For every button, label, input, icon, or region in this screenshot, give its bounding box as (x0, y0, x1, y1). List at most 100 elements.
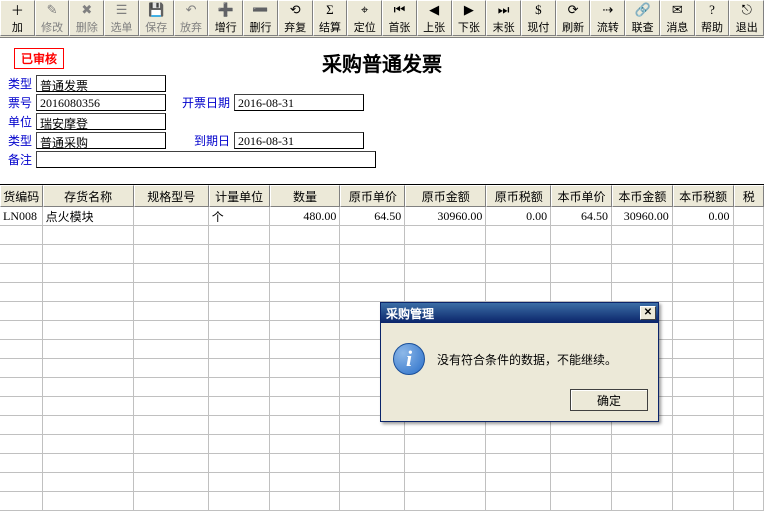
cell[interactable]: 点火模块 (43, 207, 134, 226)
cell[interactable]: 64.50 (551, 207, 612, 226)
cell: . (209, 397, 270, 416)
cell[interactable]: 30960.00 (612, 207, 673, 226)
col-header[interactable]: 货编码 (0, 185, 43, 207)
ok-button[interactable]: 确定 (570, 389, 648, 411)
col-header[interactable]: 原币税额 (486, 185, 551, 207)
cell[interactable]: 0.00 (486, 207, 551, 226)
addrow-button[interactable]: ➕增行 (208, 0, 243, 36)
cell: . (734, 340, 764, 359)
cell: . (486, 492, 551, 511)
last-button[interactable]: ⏭末张 (486, 0, 521, 36)
cell: . (734, 473, 764, 492)
delrow-button[interactable]: ➖删行 (243, 0, 278, 36)
next-button[interactable]: ▶下张 (452, 0, 487, 36)
field-unit[interactable]: 瑞安摩登 (36, 113, 166, 130)
toolbar-label: 删行 (250, 19, 272, 35)
link-button[interactable]: 🔗联查 (625, 0, 660, 36)
cell: . (673, 416, 734, 435)
add-button[interactable]: ＋加 (0, 0, 35, 36)
field-type1[interactable]: 普通发票 (36, 75, 166, 92)
abandon-button[interactable]: ⟲弃复 (278, 0, 313, 36)
select-button[interactable]: ☰选单 (104, 0, 139, 36)
cell[interactable]: LN008 (0, 207, 43, 226)
col-header[interactable]: 原币金额 (405, 185, 486, 207)
cell: . (209, 359, 270, 378)
cell: . (734, 492, 764, 511)
abandon-icon: ⟲ (287, 2, 303, 18)
col-header[interactable]: 税 (734, 185, 764, 207)
cell: . (405, 435, 486, 454)
toolbar-label: 删除 (76, 19, 98, 35)
exit-button[interactable]: ⎋退出 (729, 0, 764, 36)
close-icon[interactable]: ✕ (640, 306, 656, 320)
label-bill-date: 开票日期 (170, 94, 230, 111)
cell[interactable]: 30960.00 (405, 207, 486, 226)
cell[interactable]: 480.00 (270, 207, 341, 226)
locate-icon: ⌖ (357, 2, 373, 18)
col-header[interactable]: 规格型号 (134, 185, 209, 207)
col-header[interactable]: 原币单价 (340, 185, 405, 207)
dialog-titlebar[interactable]: 采购管理 ✕ (381, 303, 658, 323)
flow-button[interactable]: ⇢流转 (590, 0, 625, 36)
cell: . (612, 454, 673, 473)
msg-button[interactable]: ✉消息 (660, 0, 695, 36)
cell: . (43, 302, 134, 321)
cell: . (340, 492, 405, 511)
cell: . (734, 264, 764, 283)
field-docno[interactable]: 2016080356 (36, 94, 166, 111)
table-row[interactable]: LN008点火模块个480.0064.5030960.000.0064.5030… (0, 207, 764, 226)
col-header[interactable]: 数量 (270, 185, 341, 207)
locate-button[interactable]: ⌖定位 (347, 0, 382, 36)
cell: . (209, 245, 270, 264)
field-bill-date[interactable]: 2016-08-31 (234, 94, 364, 111)
modify-button[interactable]: ✎修改 (35, 0, 70, 36)
col-header[interactable]: 本币金额 (612, 185, 673, 207)
cell: . (134, 226, 209, 245)
col-header[interactable]: 本币税额 (673, 185, 734, 207)
cell: . (673, 378, 734, 397)
toolbar-label: 帮助 (701, 19, 723, 35)
cell: . (734, 283, 764, 302)
cell[interactable]: 64.50 (340, 207, 405, 226)
cell: . (270, 245, 341, 264)
col-header[interactable]: 计量单位 (209, 185, 270, 207)
cell: . (134, 378, 209, 397)
table-row: ............ (0, 245, 764, 264)
cell[interactable]: 0.00 (673, 207, 734, 226)
cell: . (734, 435, 764, 454)
flow-icon: ⇢ (600, 2, 616, 18)
delete-button[interactable]: ✖删除 (69, 0, 104, 36)
save-button[interactable]: 💾保存 (139, 0, 174, 36)
field-remark[interactable] (36, 151, 376, 168)
last-icon: ⏭ (496, 2, 512, 18)
col-header[interactable]: 本币单价 (551, 185, 612, 207)
refresh-button[interactable]: ⟳刷新 (556, 0, 591, 36)
cell: . (673, 283, 734, 302)
cell: . (340, 264, 405, 283)
discard-button[interactable]: ↶放弃 (174, 0, 209, 36)
pay-button[interactable]: $现付 (521, 0, 556, 36)
audited-stamp: 已审核 (14, 48, 64, 69)
settle-button[interactable]: Σ结算 (313, 0, 348, 36)
help-icon: ? (704, 2, 720, 18)
first-button[interactable]: ⏮首张 (382, 0, 417, 36)
table-row: ............ (0, 264, 764, 283)
label-remark: 备注 (4, 151, 32, 168)
cell: . (734, 397, 764, 416)
cell: . (134, 283, 209, 302)
cell: . (551, 264, 612, 283)
field-type2[interactable]: 普通采购 (36, 132, 166, 149)
cell[interactable]: 个 (209, 207, 270, 226)
cell: . (134, 264, 209, 283)
cell[interactable] (734, 207, 764, 226)
cell[interactable] (134, 207, 209, 226)
prev-button[interactable]: ◀上张 (417, 0, 452, 36)
cell: . (340, 245, 405, 264)
col-header[interactable]: 存货名称 (43, 185, 134, 207)
field-due-date[interactable]: 2016-08-31 (234, 132, 364, 149)
cell: . (486, 283, 551, 302)
cell: . (43, 245, 134, 264)
toolbar-label: 刷新 (562, 19, 584, 35)
cell: . (734, 245, 764, 264)
help-button[interactable]: ?帮助 (695, 0, 730, 36)
